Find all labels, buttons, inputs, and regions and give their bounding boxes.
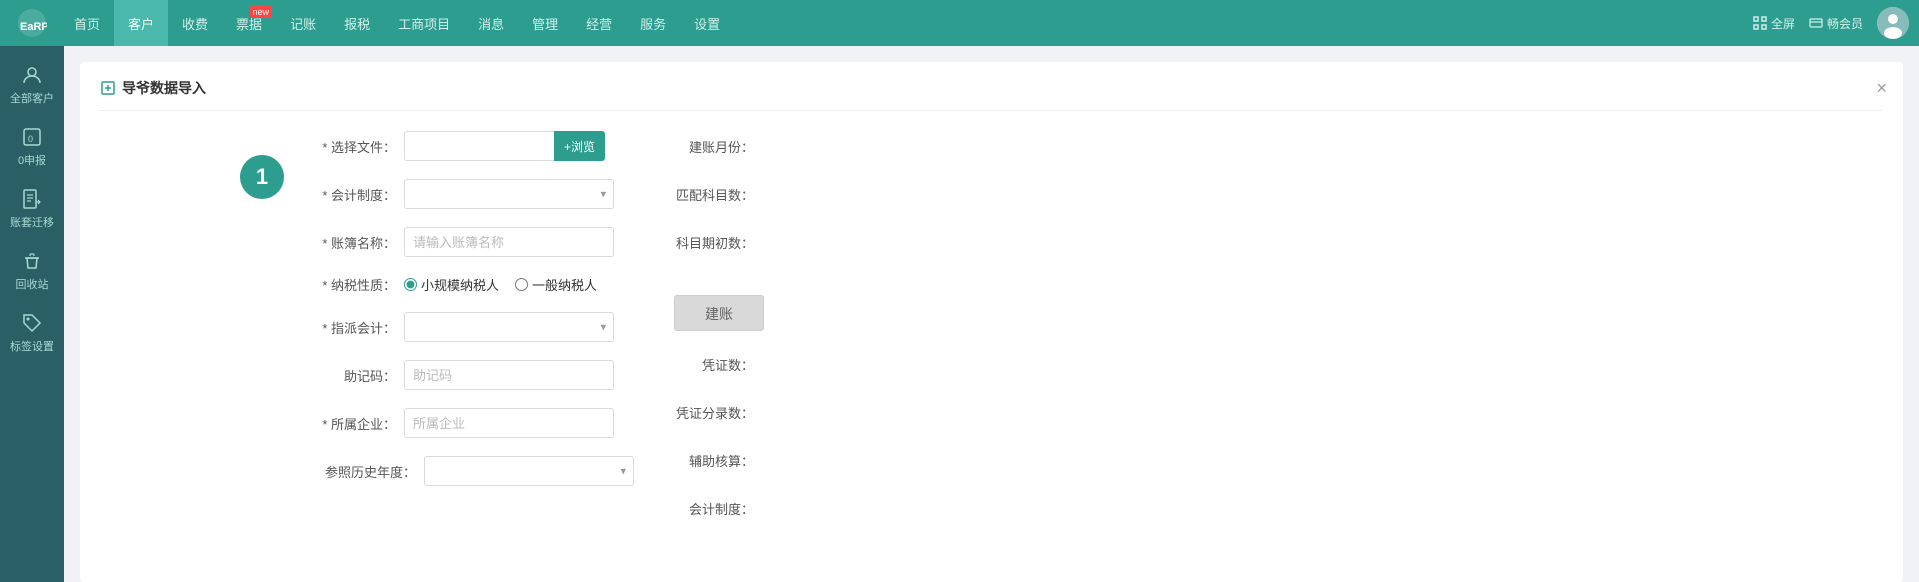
tax-type-row: * 纳税性质： 小规模纳税人 一般纳税人	[316, 275, 634, 294]
nav-home[interactable]: 首页	[60, 0, 114, 46]
belong-company-row: * 所属企业：	[316, 408, 634, 438]
accounting-system-row: * 会计制度：	[316, 179, 634, 209]
ledger-name-row: * 账簿名称：	[316, 227, 634, 257]
sidebar-label-all-clients: 全部客户	[10, 90, 54, 106]
svg-text:0: 0	[28, 134, 33, 144]
nav-manage[interactable]: 管理	[518, 0, 572, 46]
assign-accountant-select[interactable]	[404, 312, 614, 342]
panel-header: 导爷数据导入	[100, 78, 1883, 111]
tax-radio-group: 小规模纳税人 一般纳税人	[404, 275, 597, 294]
sidebar-item-recycle[interactable]: 回收站	[0, 242, 64, 300]
build-month-row: 建账月份：	[664, 131, 894, 161]
sidebar-label-ledger-migrate: 账套迁移	[10, 214, 54, 230]
nav-settings[interactable]: 设置	[680, 0, 734, 46]
member-label: 畅会员	[1827, 15, 1863, 32]
sidebar-label-zero-declare: 0申报	[18, 152, 46, 168]
accounting-system-select-wrapper	[404, 179, 614, 209]
select-file-label: * 选择文件：	[316, 137, 396, 156]
layout: 全部客户 0 0申报 账套迁移 回收站	[0, 46, 1919, 582]
assign-accountant-select-wrapper	[404, 312, 614, 342]
sidebar: 全部客户 0 0申报 账套迁移 回收站	[0, 46, 64, 582]
ledger-name-input[interactable]	[404, 227, 614, 257]
nav-billing[interactable]: 收费	[168, 0, 222, 46]
accounting-system-label: * 会计制度：	[316, 185, 396, 204]
ref-year-label: 参照历史年度：	[316, 462, 416, 481]
nav-bookkeeping[interactable]: 记账	[276, 0, 330, 46]
fullscreen-button[interactable]: 全屏	[1753, 15, 1795, 32]
subject-init-label: 科目期初数：	[664, 233, 754, 252]
nav-operation[interactable]: 经营	[572, 0, 626, 46]
tax-type-label: * 纳税性质：	[316, 275, 396, 294]
nav-business[interactable]: 工商项目	[384, 0, 464, 46]
file-input-group: +浏览	[404, 131, 605, 161]
panel: 导爷数据导入 × 1	[80, 62, 1903, 582]
browse-button[interactable]: +浏览	[554, 131, 605, 161]
main-content: 导爷数据导入 × 1	[64, 46, 1919, 582]
nav-service[interactable]: 服务	[626, 0, 680, 46]
aid-code-row: 助记码：	[316, 360, 634, 390]
sidebar-item-tag-settings[interactable]: 标签设置	[0, 304, 64, 362]
info-accounting-system-label: 会计制度：	[664, 499, 754, 518]
build-month-label: 建账月份：	[664, 137, 754, 156]
aid-code-input[interactable]	[404, 360, 614, 390]
nav-message[interactable]: 消息	[464, 0, 518, 46]
form-right: 建账月份： 匹配科目数： 科目期初数： 建账 凭证	[634, 131, 894, 541]
nav-tax[interactable]: 报税	[330, 0, 384, 46]
belong-company-label: * 所属企业：	[316, 414, 396, 433]
panel-title: 导爷数据导入	[122, 78, 206, 98]
sidebar-label-recycle: 回收站	[16, 276, 49, 292]
build-ledger-button: 建账	[674, 295, 764, 331]
logo: EaRP	[10, 1, 54, 45]
sidebar-item-ledger-migrate[interactable]: 账套迁移	[0, 180, 64, 238]
top-nav: EaRP 首页 客户 收费 票据 new 记账 报税 工商项目 消息 管理 经营…	[0, 0, 1919, 46]
user-avatar[interactable]	[1877, 7, 1909, 39]
ref-year-select[interactable]	[424, 456, 634, 486]
new-badge: new	[250, 6, 273, 18]
close-button[interactable]: ×	[1876, 78, 1887, 99]
sidebar-item-zero-declare[interactable]: 0 0申报	[0, 118, 64, 176]
step-badge: 1	[240, 155, 284, 199]
voucher-row: 凭证数：	[664, 349, 894, 379]
nav-clients[interactable]: 客户	[114, 0, 168, 46]
form-wrapper: 1 * 选择文件： +浏览	[100, 131, 1883, 541]
match-subject-label: 匹配科目数：	[664, 185, 754, 204]
aux-accounting-label: 辅助核算：	[664, 451, 754, 470]
nav-right: 全屏 畅会员	[1753, 7, 1909, 39]
assign-accountant-row: * 指派会计：	[316, 312, 634, 342]
svg-text:EaRP: EaRP	[20, 21, 47, 33]
assign-accountant-label: * 指派会计：	[316, 318, 396, 337]
nav-items: 首页 客户 收费 票据 new 记账 报税 工商项目 消息 管理 经营 服务 设…	[60, 0, 1753, 46]
import-icon	[100, 80, 116, 96]
aid-code-label: 助记码：	[316, 366, 396, 385]
match-subject-row: 匹配科目数：	[664, 179, 894, 209]
select-file-row: * 选择文件： +浏览	[316, 131, 634, 161]
ledger-name-label: * 账簿名称：	[316, 233, 396, 252]
ref-year-select-wrapper	[424, 456, 634, 486]
voucher-records-label: 凭证分录数：	[664, 403, 754, 422]
info-accounting-system-row: 会计制度：	[664, 493, 894, 523]
accounting-system-select[interactable]	[404, 179, 614, 209]
voucher-records-row: 凭证分录数：	[664, 397, 894, 427]
step-area: 1 * 选择文件： +浏览	[100, 131, 634, 541]
subject-init-row: 科目期初数：	[664, 227, 894, 257]
file-input[interactable]	[404, 131, 554, 161]
member-button[interactable]: 畅会员	[1809, 15, 1863, 32]
sidebar-label-tag-settings: 标签设置	[10, 338, 54, 354]
form-fields: * 选择文件： +浏览 * 会计制度：	[316, 131, 634, 504]
voucher-label: 凭证数：	[664, 355, 754, 374]
belong-company-input[interactable]	[404, 408, 614, 438]
sidebar-item-all-clients[interactable]: 全部客户	[0, 56, 64, 114]
fullscreen-label: 全屏	[1771, 15, 1795, 32]
nav-invoice[interactable]: 票据 new	[222, 0, 276, 46]
tax-small-radio[interactable]: 小规模纳税人	[404, 275, 499, 294]
aux-accounting-row: 辅助核算：	[664, 445, 894, 475]
ref-year-row: 参照历史年度：	[316, 456, 634, 486]
tax-general-radio[interactable]: 一般纳税人	[515, 275, 597, 294]
